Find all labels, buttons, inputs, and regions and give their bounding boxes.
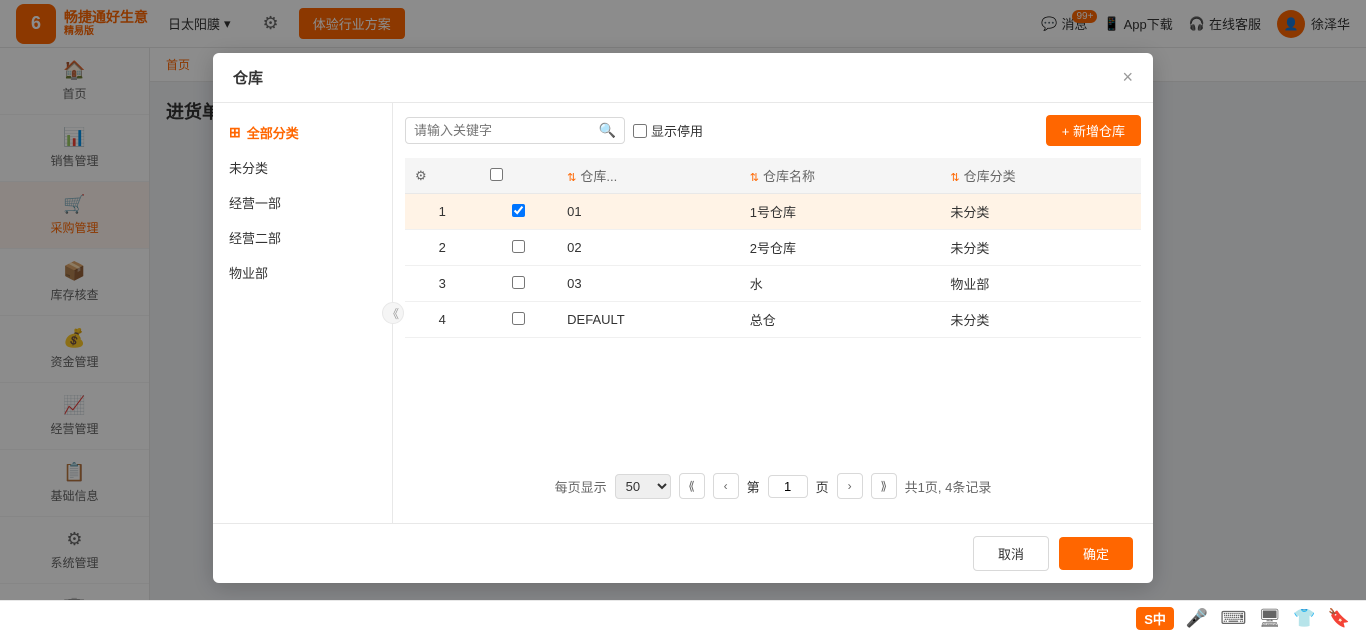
microphone-icon[interactable]: 🎤 xyxy=(1186,608,1208,629)
page-label: 第 xyxy=(747,477,760,496)
category-all-label: 全部分类 xyxy=(247,123,299,142)
category-all[interactable]: ⊞ 全部分类 xyxy=(213,115,392,150)
row-category: 未分类 xyxy=(940,230,1141,266)
row-code: 03 xyxy=(557,266,740,302)
table-row[interactable]: 1 01 1号仓库 未分类 xyxy=(405,194,1141,230)
shirt-icon[interactable]: 👕 xyxy=(1293,608,1315,629)
category-label-2: 经营二部 xyxy=(229,228,281,247)
category-label-1: 经营一部 xyxy=(229,193,281,212)
grid-icon: ⊞ xyxy=(229,124,241,141)
modal-close-button[interactable]: × xyxy=(1122,67,1133,88)
first-page-button[interactable]: ⟪ xyxy=(679,473,705,499)
page-label-end: 页 xyxy=(816,477,829,496)
search-wrap: 🔍 xyxy=(405,117,625,144)
pagination: 每页显示 50 10 20 100 ⟪ ‹ 第 页 › ⟫ 共1页, 4条记录 xyxy=(405,461,1141,511)
category-label-0: 未分类 xyxy=(229,158,268,177)
bottom-logo: S中 xyxy=(1136,607,1174,630)
category-item-0[interactable]: 未分类 xyxy=(213,150,392,185)
row-checkbox[interactable] xyxy=(512,240,525,253)
row-checkbox-cell xyxy=(480,302,558,338)
sort-icon-code: ⇅ xyxy=(567,172,576,184)
category-item-2[interactable]: 经营二部 xyxy=(213,220,392,255)
search-icon[interactable]: 🔍 xyxy=(599,122,616,139)
table-row[interactable]: 2 02 2号仓库 未分类 xyxy=(405,230,1141,266)
next-page-button[interactable]: › xyxy=(837,473,863,499)
row-actions[interactable]: 3 xyxy=(405,266,480,302)
row-name: 水 xyxy=(740,266,941,302)
row-code: 01 xyxy=(557,194,740,230)
page-total: 共1页, 4条记录 xyxy=(905,477,992,496)
show-disabled-label: 显示停用 xyxy=(651,121,703,140)
row-index: 1 xyxy=(439,204,446,219)
keyboard-icon[interactable]: ⌨ xyxy=(1220,608,1246,629)
row-category: 未分类 xyxy=(940,302,1141,338)
row-category: 未分类 xyxy=(940,194,1141,230)
modal-footer: 取消 确定 xyxy=(213,523,1153,583)
modal-main-area: 🔍 显示停用 + 新增仓库 ⚙ xyxy=(393,103,1153,523)
sort-icon-name: ⇅ xyxy=(750,172,759,184)
per-page-select[interactable]: 50 10 20 100 xyxy=(615,474,671,499)
col-checkbox xyxy=(480,158,558,194)
row-checkbox[interactable] xyxy=(512,204,525,217)
category-item-3[interactable]: 物业部 xyxy=(213,255,392,290)
cat-collapse-button[interactable]: 《 xyxy=(382,302,404,324)
col-category: ⇅仓库分类 xyxy=(940,158,1141,194)
row-checkbox[interactable] xyxy=(512,312,525,325)
col-code: ⇅仓库... xyxy=(557,158,740,194)
row-name: 2号仓库 xyxy=(740,230,941,266)
row-checkbox[interactable] xyxy=(512,276,525,289)
row-index: 2 xyxy=(439,240,446,255)
show-disabled-wrap: 显示停用 xyxy=(633,121,703,140)
row-name: 1号仓库 xyxy=(740,194,941,230)
tag-icon[interactable]: 🔖 xyxy=(1328,608,1350,629)
col-settings: ⚙ xyxy=(405,158,480,194)
table-row[interactable]: 4 DEFAULT 总仓 未分类 xyxy=(405,302,1141,338)
table-header: ⚙ ⇅仓库... ⇅仓库名称 ⇅仓库分类 xyxy=(405,158,1141,194)
col-name: ⇅仓库名称 xyxy=(740,158,941,194)
warehouse-modal: 仓库 × ⊞ 全部分类 未分类 经营一部 经营二部 xyxy=(213,53,1153,583)
row-actions[interactable]: 4 xyxy=(405,302,480,338)
page-input[interactable] xyxy=(768,475,808,498)
search-input[interactable] xyxy=(414,123,599,138)
modal-header: 仓库 × xyxy=(213,53,1153,103)
confirm-button[interactable]: 确定 xyxy=(1059,537,1133,570)
category-label-3: 物业部 xyxy=(229,263,268,282)
per-page-label: 每页显示 xyxy=(555,477,607,496)
select-all-checkbox[interactable] xyxy=(490,168,503,181)
sort-icon-category: ⇅ xyxy=(950,172,959,184)
row-index: 4 xyxy=(439,312,446,327)
table-body: 1 01 1号仓库 未分类 2 02 2号仓库 未分类 3 03 水 物业部 4 xyxy=(405,194,1141,338)
modal-overlay[interactable]: 仓库 × ⊞ 全部分类 未分类 经营一部 经营二部 xyxy=(0,0,1366,636)
row-code: 02 xyxy=(557,230,740,266)
modal-body: ⊞ 全部分类 未分类 经营一部 经营二部 物业部 《 xyxy=(213,103,1153,523)
row-code: DEFAULT xyxy=(557,302,740,338)
category-sidebar: ⊞ 全部分类 未分类 经营一部 经营二部 物业部 《 xyxy=(213,103,393,523)
table-container: ⚙ ⇅仓库... ⇅仓库名称 ⇅仓库分类 1 01 1号仓库 未分类 xyxy=(405,158,1141,461)
bottom-taskbar: S中 🎤 ⌨ 🖥 👕 🔖 xyxy=(0,600,1366,636)
category-item-1[interactable]: 经营一部 xyxy=(213,185,392,220)
modal-toolbar: 🔍 显示停用 + 新增仓库 xyxy=(405,115,1141,146)
prev-page-button[interactable]: ‹ xyxy=(713,473,739,499)
row-checkbox-cell xyxy=(480,194,558,230)
cancel-button[interactable]: 取消 xyxy=(973,536,1049,571)
add-warehouse-button[interactable]: + 新增仓库 xyxy=(1046,115,1141,146)
warehouse-table: ⚙ ⇅仓库... ⇅仓库名称 ⇅仓库分类 1 01 1号仓库 未分类 xyxy=(405,158,1141,338)
row-checkbox-cell xyxy=(480,230,558,266)
table-row[interactable]: 3 03 水 物业部 xyxy=(405,266,1141,302)
display-icon[interactable]: 🖥 xyxy=(1258,608,1281,629)
last-page-button[interactable]: ⟫ xyxy=(871,473,897,499)
row-index: 3 xyxy=(439,276,446,291)
row-category: 物业部 xyxy=(940,266,1141,302)
row-actions[interactable]: 1 xyxy=(405,194,480,230)
row-checkbox-cell xyxy=(480,266,558,302)
row-name: 总仓 xyxy=(740,302,941,338)
row-actions[interactable]: 2 xyxy=(405,230,480,266)
modal-title: 仓库 xyxy=(233,67,263,88)
show-disabled-checkbox[interactable] xyxy=(633,124,647,138)
